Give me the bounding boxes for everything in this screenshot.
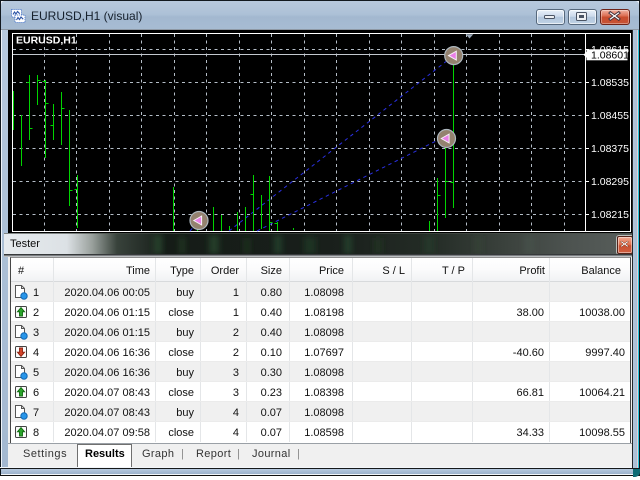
svg-text:1.08535: 1.08535 [591,77,629,89]
svg-text:Tester: Tester [10,238,40,250]
svg-text:1.08455: 1.08455 [591,110,629,122]
svg-text:1.08295: 1.08295 [591,176,629,188]
svg-text:1.08215: 1.08215 [591,209,629,221]
svg-text:EURUSD,H1: EURUSD,H1 [16,35,77,47]
svg-text:1.08601: 1.08601 [591,50,629,62]
svg-text:1.08375: 1.08375 [591,143,629,155]
